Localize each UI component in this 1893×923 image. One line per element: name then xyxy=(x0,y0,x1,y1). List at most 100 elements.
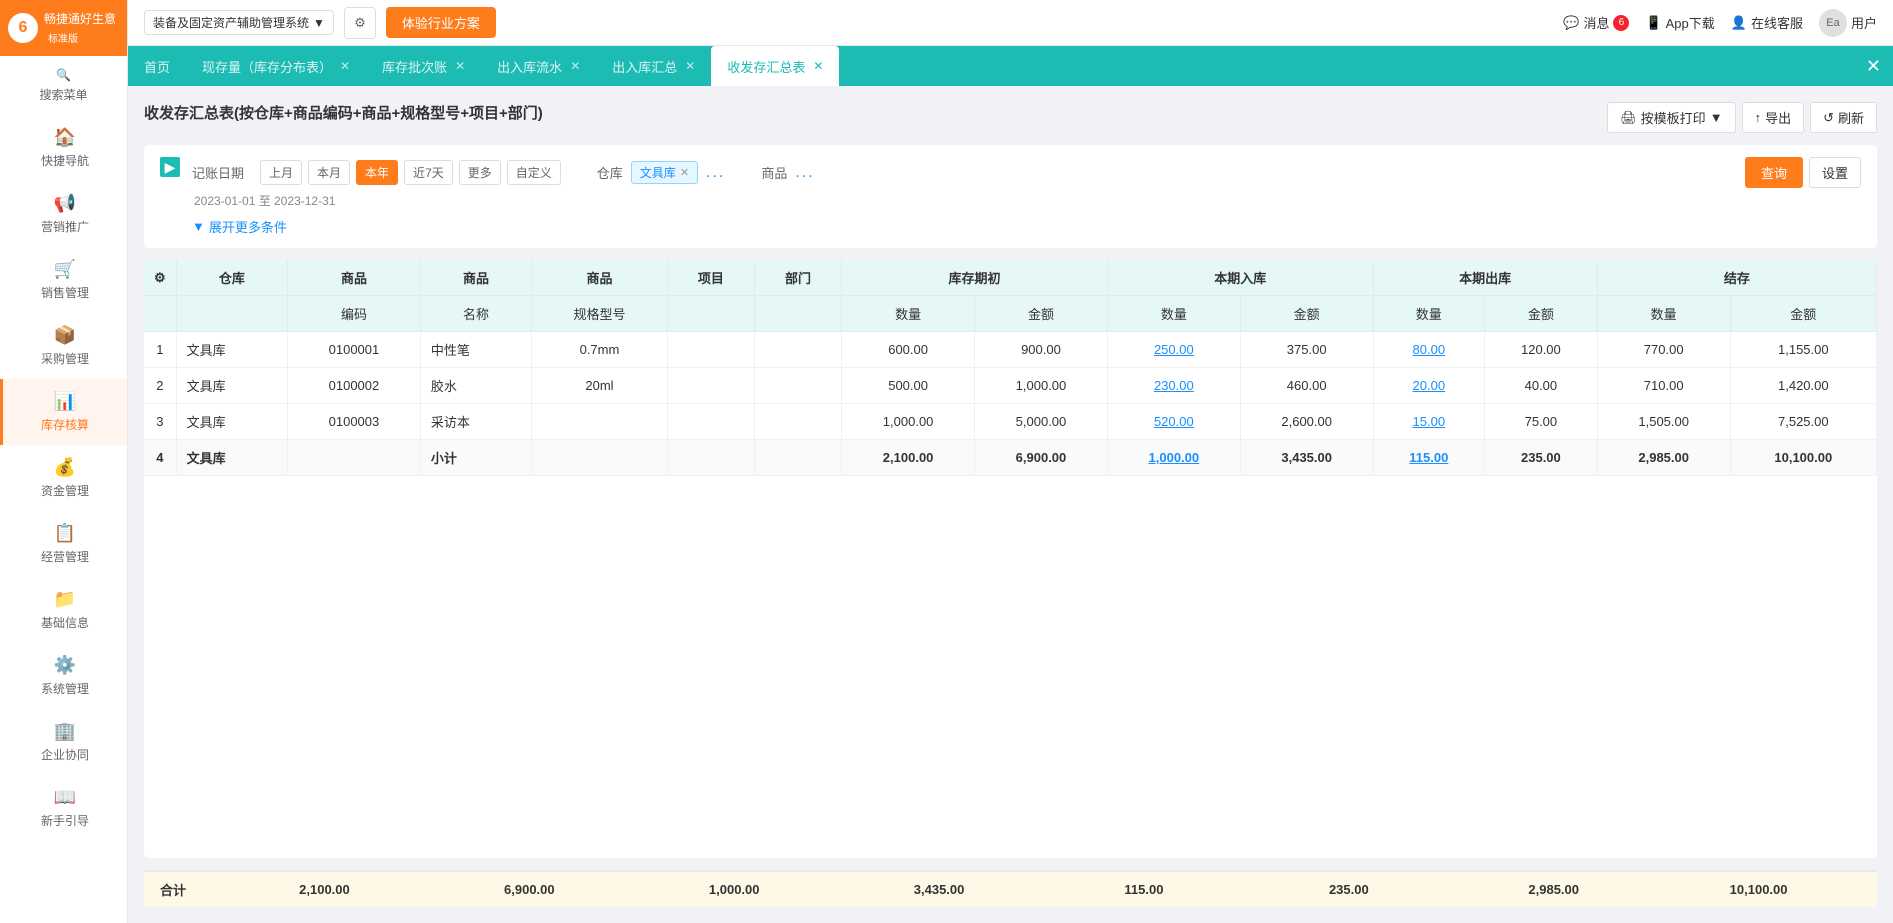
date-prev-month-btn[interactable]: 上月 xyxy=(260,160,302,185)
sidebar-label-purchase: 采购管理 xyxy=(41,350,89,367)
row-in-qty[interactable]: 520.00 xyxy=(1107,404,1240,440)
app-logo: 6 畅捷通好生意 标准版 xyxy=(0,0,127,56)
megaphone-icon: 📢 xyxy=(54,193,76,214)
tab-inout-flow[interactable]: 出入库流水 ✕ xyxy=(481,46,596,86)
tab-home[interactable]: 首页 xyxy=(128,46,186,86)
footer-open-qty: 2,100.00 xyxy=(222,882,427,897)
sidebar-label-inventory: 库存核算 xyxy=(41,416,89,433)
row-out-qty[interactable]: 80.00 xyxy=(1373,332,1484,368)
row-open-amt: 5,000.00 xyxy=(975,404,1108,440)
print-icon: 🖨 xyxy=(1620,110,1637,126)
building-icon: 🏢 xyxy=(54,721,76,742)
user-menu[interactable]: Ea 用户 xyxy=(1819,9,1877,37)
online-service-button[interactable]: 👤 在线客服 xyxy=(1731,13,1803,32)
sidebar-item-sales[interactable]: 🛒 销售管理 xyxy=(0,247,127,313)
row-bal-amt: 1,155.00 xyxy=(1730,332,1876,368)
trial-button[interactable]: 体验行业方案 xyxy=(386,7,496,38)
header-left: 装备及固定资产辅助管理系统 ▼ ⚙ 体验行业方案 xyxy=(144,7,496,39)
sidebar-item-system[interactable]: ⚙️ 系统管理 xyxy=(0,643,127,709)
row-bal-qty: 710.00 xyxy=(1597,368,1730,404)
sidebar-item-inventory[interactable]: 📊 库存核算 xyxy=(0,379,127,445)
sidebar-item-purchase[interactable]: 📦 采购管理 xyxy=(0,313,127,379)
row-in-qty[interactable]: 1,000.00 xyxy=(1107,440,1240,476)
tab-inventory-dist-close[interactable]: ✕ xyxy=(340,59,350,73)
print-button[interactable]: 🖨 按模板打印 ▼ xyxy=(1607,102,1735,133)
sidebar-item-base-info[interactable]: 📁 基础信息 xyxy=(0,577,127,643)
row-bal-qty: 770.00 xyxy=(1597,332,1730,368)
sidebar-label-guide: 新手引导 xyxy=(41,812,89,829)
page-title: 收发存汇总表(按仓库+商品编码+商品+规格型号+项目+部门) xyxy=(144,102,543,123)
tab-inout-summary-close[interactable]: ✕ xyxy=(685,59,695,73)
search-icon: 🔍 xyxy=(56,68,71,82)
tab-bar-close-all[interactable]: ✕ xyxy=(1854,56,1893,77)
sidebar-item-operations[interactable]: 📋 经营管理 xyxy=(0,511,127,577)
tab-inventory-dist[interactable]: 现存量（库存分布表） ✕ xyxy=(186,46,366,86)
main-area: 装备及固定资产辅助管理系统 ▼ ⚙ 体验行业方案 💬 消息 6 📱 App下载 … xyxy=(128,0,1893,923)
col-in-qty-header: 数量 xyxy=(1107,296,1240,332)
sidebar-item-enterprise[interactable]: 🏢 企业协同 xyxy=(0,709,127,775)
row-out-qty[interactable]: 115.00 xyxy=(1373,440,1484,476)
footer-open-amt: 6,900.00 xyxy=(427,882,632,897)
row-out-amt: 235.00 xyxy=(1485,440,1598,476)
user-label: 用户 xyxy=(1851,13,1877,32)
tab-batch-account-close[interactable]: ✕ xyxy=(455,59,465,73)
row-warehouse: 文具库 xyxy=(176,368,287,404)
sidebar-item-marketing[interactable]: 📢 营销推广 xyxy=(0,181,127,247)
refresh-button[interactable]: ↺ 刷新 xyxy=(1810,102,1877,133)
col-out-qty-header: 数量 xyxy=(1373,296,1484,332)
table-footer: 合计 2,100.00 6,900.00 1,000.00 3,435.00 1… xyxy=(144,870,1877,907)
row-name: 胶水 xyxy=(420,368,531,404)
row-spec: 20ml xyxy=(532,368,667,404)
query-button[interactable]: 查询 xyxy=(1745,157,1803,188)
row-dept xyxy=(754,332,841,368)
tab-inout-flow-close[interactable]: ✕ xyxy=(570,59,580,73)
tab-inout-summary[interactable]: 出入库汇总 ✕ xyxy=(596,46,711,86)
export-button[interactable]: ↑ 导出 xyxy=(1742,102,1805,133)
footer-out-qty: 115.00 xyxy=(1042,882,1247,897)
date-more-btn[interactable]: 更多 xyxy=(459,160,501,185)
row-warehouse: 文具库 xyxy=(176,404,287,440)
tab-batch-account[interactable]: 库存批次账 ✕ xyxy=(366,46,481,86)
sidebar-item-guide[interactable]: 📖 新手引导 xyxy=(0,775,127,841)
row-code: 0100001 xyxy=(288,332,421,368)
row-out-qty[interactable]: 20.00 xyxy=(1373,368,1484,404)
col-settings[interactable]: ⚙ xyxy=(144,260,176,296)
print-chevron-icon: ▼ xyxy=(1710,110,1723,125)
row-bal-amt: 10,100.00 xyxy=(1730,440,1876,476)
row-in-qty[interactable]: 250.00 xyxy=(1107,332,1240,368)
table-row: 4文具库小计2,100.006,900.001,000.003,435.0011… xyxy=(144,440,1877,476)
date-this-year-btn[interactable]: 本年 xyxy=(356,160,398,185)
col-spec-sub: 规格型号 xyxy=(532,296,667,332)
goods-more-btn[interactable]: ... xyxy=(795,164,814,182)
expand-more-filters-btn[interactable]: ▼ 展开更多条件 xyxy=(192,217,1861,236)
settings-button[interactable]: ⚙ xyxy=(344,7,376,39)
tab-receive-summary-close[interactable]: ✕ xyxy=(813,59,823,73)
filter-expand-arrow[interactable]: ▶ xyxy=(160,157,180,177)
col-in-period-header: 本期入库 xyxy=(1107,260,1373,296)
date-filter-group: 上月 本月 本年 近7天 更多 自定义 xyxy=(260,160,561,185)
tab-receive-summary[interactable]: 收发存汇总表 ✕ xyxy=(711,46,839,86)
date-this-month-btn[interactable]: 本月 xyxy=(308,160,350,185)
warehouse-more-btn[interactable]: ... xyxy=(706,164,725,182)
row-seq: 3 xyxy=(144,404,176,440)
sidebar-item-quick-nav[interactable]: 🏠 快捷导航 xyxy=(0,115,127,181)
message-button[interactable]: 💬 消息 6 xyxy=(1563,13,1629,32)
goods-filter-label: 商品 xyxy=(761,163,787,182)
sidebar-item-finance[interactable]: 💰 资金管理 xyxy=(0,445,127,511)
col-settings-sub xyxy=(144,296,176,332)
title-action-row: 收发存汇总表(按仓库+商品编码+商品+规格型号+项目+部门) 🖨 按模板打印 ▼… xyxy=(144,102,1877,133)
row-out-amt: 75.00 xyxy=(1485,404,1598,440)
sidebar-label-system: 系统管理 xyxy=(41,680,89,697)
app-download-button[interactable]: 📱 App下载 xyxy=(1645,13,1714,32)
row-out-amt: 120.00 xyxy=(1485,332,1598,368)
app-download-label: App下载 xyxy=(1666,13,1715,32)
system-selector[interactable]: 装备及固定资产辅助管理系统 ▼ xyxy=(144,10,334,35)
date-custom-btn[interactable]: 自定义 xyxy=(507,160,561,185)
sidebar-item-search[interactable]: 🔍 搜索菜单 xyxy=(0,56,127,115)
date-7days-btn[interactable]: 近7天 xyxy=(404,160,453,185)
sidebar-label-enterprise: 企业协同 xyxy=(41,746,89,763)
warehouse-remove-icon[interactable]: ✕ xyxy=(680,166,689,179)
row-in-qty[interactable]: 230.00 xyxy=(1107,368,1240,404)
column-settings-button[interactable]: 设置 xyxy=(1809,157,1861,188)
row-out-qty[interactable]: 15.00 xyxy=(1373,404,1484,440)
